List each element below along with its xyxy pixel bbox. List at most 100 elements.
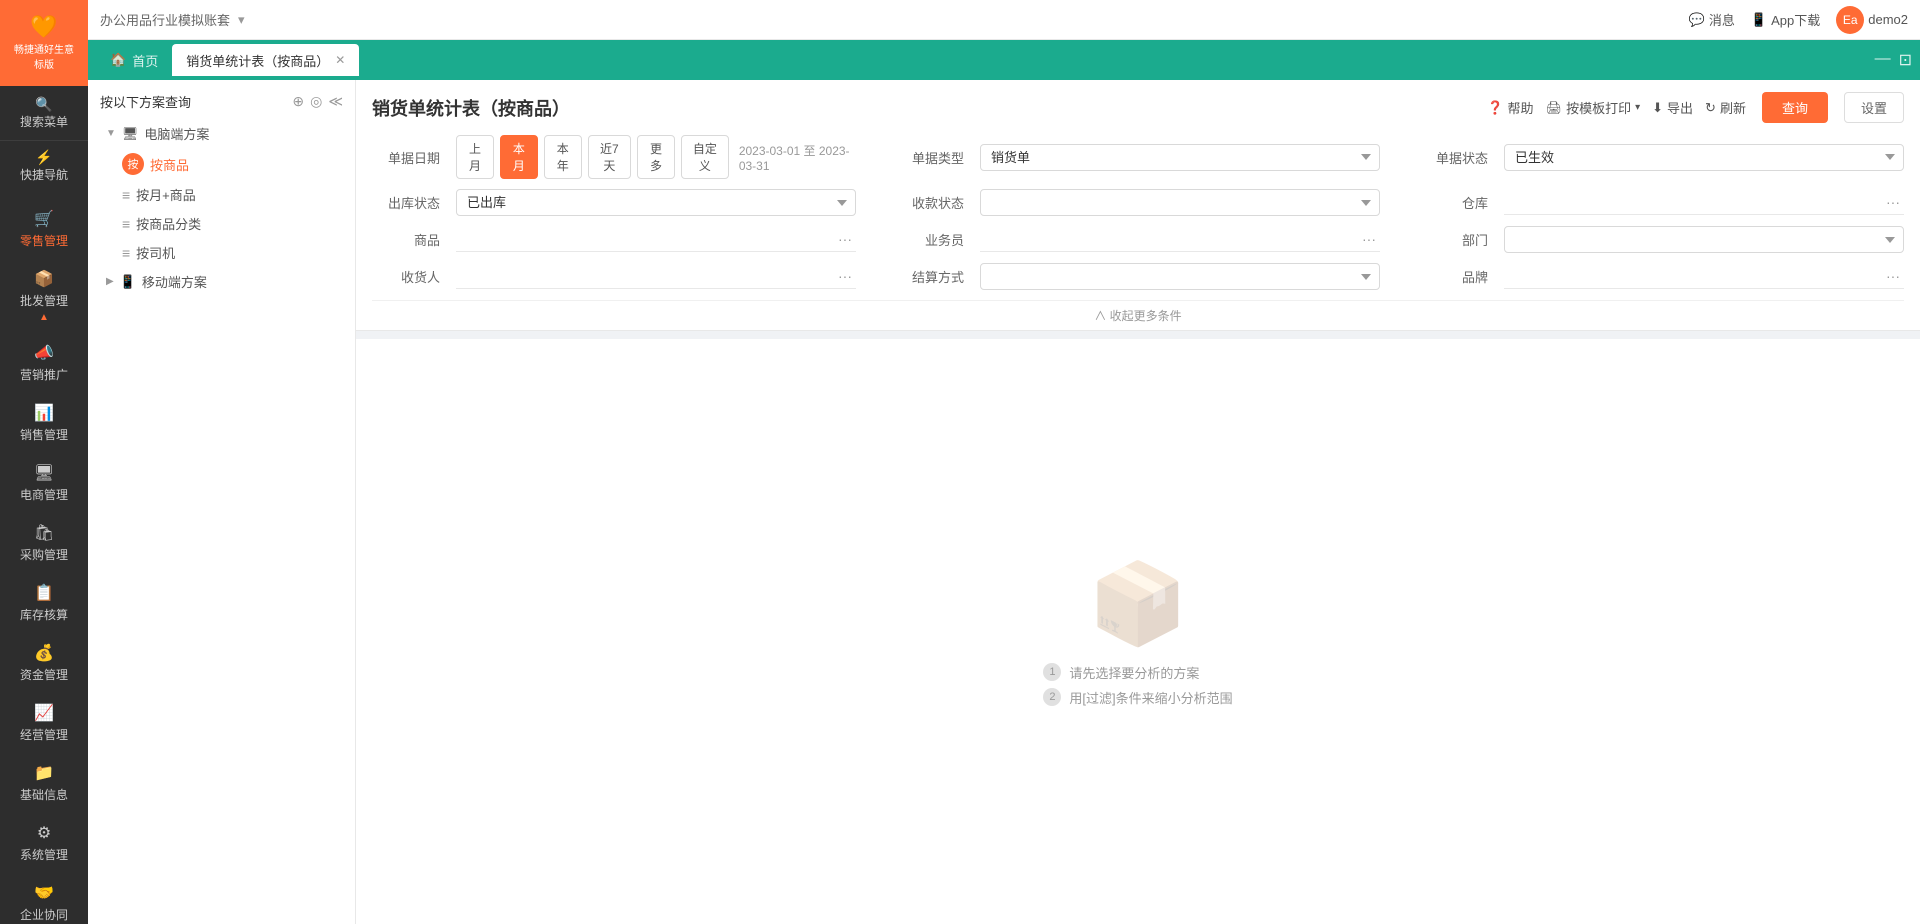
sidebar-item-finance[interactable]: 💰 资金管理	[0, 633, 88, 693]
basic-icon: 📁	[34, 763, 54, 783]
company-name: 办公用品行业模拟账套	[100, 10, 230, 29]
marketing-label: 营销推广	[20, 366, 68, 383]
sidebar-item-marketing[interactable]: 📣 营销推广	[0, 333, 88, 393]
sidebar-item-operations[interactable]: 📈 经营管理	[0, 693, 88, 753]
tree-item-by-machine[interactable]: ≡ 按司机	[116, 238, 343, 267]
tree-desktop-group[interactable]: ▼ 🖥 电脑端方案	[100, 119, 343, 148]
sidebar-item-retail[interactable]: 🛒 零售管理	[0, 199, 88, 259]
settings-button[interactable]: 设置	[1844, 92, 1904, 123]
page-actions: ❓ 帮助 🖨 按模板打印 ▾ ⬇ 导出	[1487, 98, 1746, 117]
tree-mobile-group[interactable]: ▶ 📱 移动端方案	[100, 267, 343, 296]
app-download-btn[interactable]: 📱 App下载	[1751, 10, 1820, 29]
doc-status-select[interactable]: 已生效	[1504, 144, 1904, 171]
receiver-dots[interactable]: ···	[834, 264, 856, 288]
by-month-product-label: 按月+商品	[136, 185, 196, 204]
user-menu[interactable]: Ea demo2	[1836, 6, 1908, 34]
month-product-icon: ≡	[122, 187, 130, 203]
inventory-label: 库存核算	[20, 606, 68, 623]
inventory-icon: 📋	[34, 583, 54, 603]
sidebar-search[interactable]: 🔍 搜索菜单	[0, 86, 88, 141]
finance-icon: 💰	[34, 643, 54, 663]
department-select[interactable]	[1504, 226, 1904, 253]
right-panel: 销货单统计表（按商品） ❓ 帮助 🖨 按模板打印 ▾	[356, 80, 1920, 924]
tip-text-2: 用[过滤]条件来缩小分析范围	[1069, 688, 1232, 707]
date-btn-this-year[interactable]: 本年	[544, 135, 582, 179]
sidebar-item-wholesale[interactable]: 📦 批发管理 ▲	[0, 259, 88, 333]
nav-label: 快捷导航	[20, 168, 68, 182]
sidebar-item-basic[interactable]: 📁 基础信息	[0, 753, 88, 813]
product-dots[interactable]: ···	[834, 227, 856, 251]
tree-item-by-category[interactable]: ≡ 按商品分类	[116, 209, 343, 238]
export-btn[interactable]: ⬇ 导出	[1652, 98, 1693, 117]
query-button[interactable]: 查询	[1762, 92, 1828, 123]
enterprise-label: 企业协同	[20, 906, 68, 923]
machine-icon: ≡	[122, 245, 130, 261]
panel-header-title: 按以下方案查询	[100, 92, 191, 111]
retail-icon: 🛒	[34, 209, 54, 229]
sidebar-item-inventory[interactable]: 📋 库存核算	[0, 573, 88, 633]
help-label: 帮助	[1508, 98, 1534, 117]
collapse-panel-icon[interactable]: ≪	[328, 93, 343, 110]
category-icon: ≡	[122, 216, 130, 232]
date-btn-7days[interactable]: 近7天	[588, 135, 631, 179]
payment-method-select[interactable]	[980, 263, 1380, 290]
doc-type-select[interactable]: 销货单	[980, 144, 1380, 171]
salesman-dots[interactable]: ···	[1358, 227, 1380, 251]
sidebar: 🧡 畅捷通好生意 标版 🔍 搜索菜单 ⚡ 快捷导航 🛒 零售管理 📦 批发管理 …	[0, 0, 88, 924]
avatar: Ea	[1836, 6, 1864, 34]
tree-collapse-icon: ▶	[106, 276, 114, 287]
date-label: 单据日期	[372, 148, 440, 167]
sidebar-item-purchase[interactable]: 🛍 采购管理	[0, 513, 88, 573]
date-btn-this-month[interactable]: 本月	[500, 135, 538, 179]
tab-report[interactable]: 销货单统计表（按商品） ✕	[172, 44, 359, 76]
sidebar-item-ecommerce[interactable]: 🖥 电商管理	[0, 453, 88, 513]
system-label: 系统管理	[20, 846, 68, 863]
payment-status-select[interactable]	[980, 189, 1380, 216]
tab-close-icon[interactable]: ✕	[335, 53, 345, 67]
logo-icon: 🧡	[0, 12, 88, 43]
add-scheme-icon[interactable]: ⊕	[292, 93, 304, 110]
sidebar-nav[interactable]: ⚡ 快捷导航	[0, 141, 88, 191]
enterprise-icon: 🤝	[34, 883, 54, 903]
sidebar-item-enterprise[interactable]: 🤝 企业协同	[0, 873, 88, 924]
purchase-label: 采购管理	[20, 546, 68, 563]
help-btn[interactable]: ❓ 帮助	[1487, 98, 1533, 117]
date-btn-last-month[interactable]: 上月	[456, 135, 494, 179]
maximize-icon[interactable]: ⊡	[1899, 50, 1912, 70]
doc-type-label: 单据类型	[896, 148, 964, 167]
empty-illustration: 📦	[1088, 557, 1188, 651]
tab-bar: 🏠 首页 销货单统计表（按商品） ✕ — ⊡	[88, 40, 1920, 80]
export-icon: ⬇	[1652, 100, 1663, 116]
tab-home[interactable]: 🏠 首页	[96, 44, 172, 76]
receiver-label: 收货人	[372, 267, 440, 286]
page-title: 销货单统计表（按商品）	[372, 95, 570, 121]
mobile-label: 移动端方案	[142, 272, 207, 291]
tree-item-by-product[interactable]: 按 按商品	[116, 148, 343, 180]
chevron-down-icon[interactable]: ▾	[238, 12, 245, 28]
collapse-label: ∧ 收起更多条件	[1094, 309, 1181, 323]
print-btn[interactable]: 🖨 按模板打印 ▾	[1546, 98, 1641, 117]
refresh-btn[interactable]: ↻ 刷新	[1705, 98, 1746, 117]
by-product-label: 按商品	[150, 155, 189, 174]
tab-report-label: 销货单统计表（按商品）	[186, 51, 329, 70]
content-area: 按以下方案查询 ⊕ ◎ ≪ ▼ 🖥 电脑端方案 按 按商品 ≡	[88, 80, 1920, 924]
collapse-btn[interactable]: ∧ 收起更多条件	[372, 300, 1904, 330]
sidebar-item-sales[interactable]: 📊 销售管理	[0, 393, 88, 453]
message-btn[interactable]: 💬 消息	[1689, 10, 1735, 29]
brand-dots[interactable]: ···	[1882, 264, 1904, 288]
settings-scheme-icon[interactable]: ◎	[310, 93, 322, 110]
export-label: 导出	[1667, 98, 1693, 117]
date-btn-custom[interactable]: 自定义	[681, 135, 729, 179]
sidebar-item-system[interactable]: ⚙ 系统管理	[0, 813, 88, 873]
warehouse-status-label: 出库状态	[372, 193, 440, 212]
warehouse-dots[interactable]: ···	[1882, 190, 1904, 214]
tree-item-by-month-product[interactable]: ≡ 按月+商品	[116, 180, 343, 209]
tip-num-1: 1	[1043, 663, 1061, 681]
warehouse-status-select[interactable]: 已出库	[456, 189, 856, 216]
minimize-icon[interactable]: —	[1875, 50, 1891, 70]
basic-label: 基础信息	[20, 786, 68, 803]
by-machine-label: 按司机	[136, 243, 175, 262]
user-name: demo2	[1868, 12, 1908, 27]
sidebar-logo: 🧡 畅捷通好生意 标版	[0, 0, 88, 86]
date-btn-more[interactable]: 更多	[637, 135, 675, 179]
